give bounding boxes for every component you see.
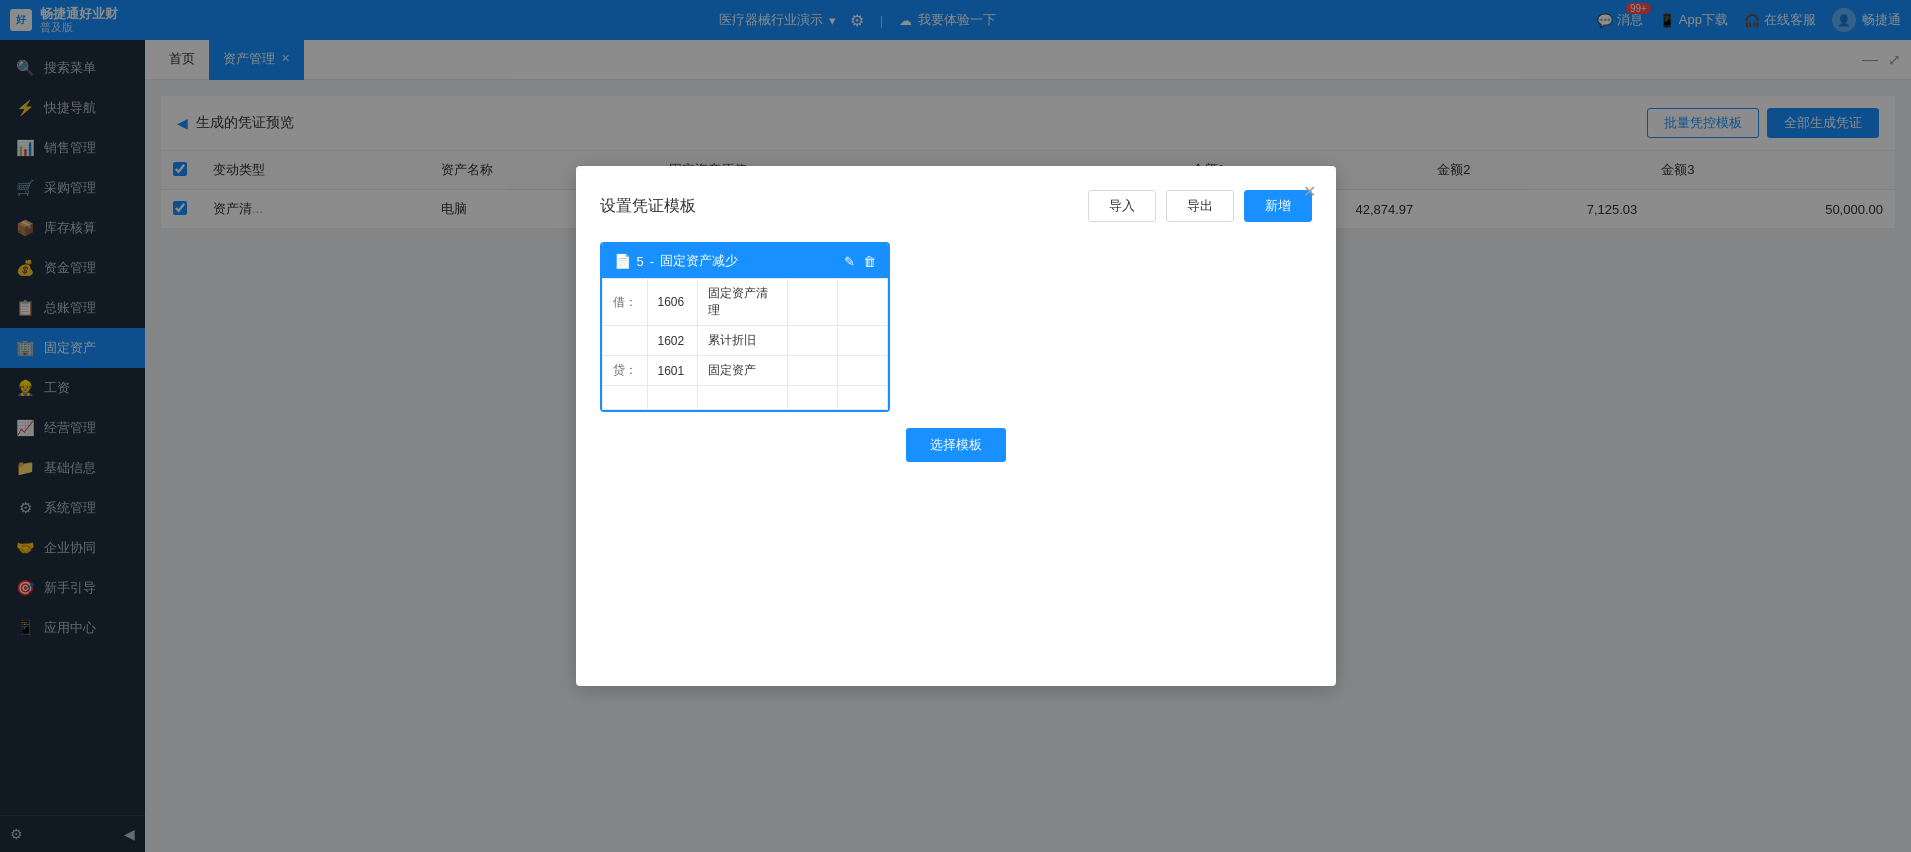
entry-credit-empty	[837, 386, 887, 410]
entry-side-3: 贷：	[602, 356, 647, 386]
entry-side-1: 借：	[602, 279, 647, 326]
template-card: 📄 5 - 固定资产减少 ✎ 🗑 借： 1606 固定资产清理	[600, 242, 890, 412]
entry-side-2	[602, 326, 647, 356]
template-card-title: 📄 5 - 固定资产减少	[614, 252, 739, 270]
template-row-1: 借： 1606 固定资产清理	[602, 279, 887, 326]
template-number: 5	[637, 254, 644, 269]
template-doc-icon: 📄	[614, 253, 631, 269]
entry-debit-3	[787, 356, 837, 386]
new-template-btn[interactable]: 新增	[1244, 190, 1312, 222]
entry-credit-2	[837, 326, 887, 356]
entry-credit-3	[837, 356, 887, 386]
template-delete-icon[interactable]: 🗑	[863, 254, 876, 269]
template-card-actions: ✎ 🗑	[844, 254, 876, 269]
dialog-close-btn[interactable]: ✕	[1303, 182, 1316, 201]
template-entries-table: 借： 1606 固定资产清理 1602 累计折旧 贷：	[602, 278, 888, 410]
entry-code-3: 1601	[647, 356, 697, 386]
entry-debit-empty	[787, 386, 837, 410]
entry-debit-2	[787, 326, 837, 356]
modal-overlay: 设置凭证模板 导入 导出 新增 ✕ 📄 5 - 固定资产减少 ✎ 🗑	[0, 0, 1911, 852]
entry-account-empty	[697, 386, 787, 410]
template-row-empty	[602, 386, 887, 410]
dialog-action-buttons: 导入 导出 新增	[1088, 190, 1312, 222]
template-name: 固定资产减少	[660, 252, 738, 270]
template-name-separator: -	[650, 254, 654, 269]
entry-code-2: 1602	[647, 326, 697, 356]
template-edit-icon[interactable]: ✎	[844, 254, 855, 269]
dialog-title: 设置凭证模板	[600, 196, 696, 217]
entry-code-1: 1606	[647, 279, 697, 326]
voucher-template-dialog: 设置凭证模板 导入 导出 新增 ✕ 📄 5 - 固定资产减少 ✎ 🗑	[576, 166, 1336, 686]
import-btn[interactable]: 导入	[1088, 190, 1156, 222]
template-row-2: 1602 累计折旧	[602, 326, 887, 356]
entry-account-2: 累计折旧	[697, 326, 787, 356]
entry-credit-1	[837, 279, 887, 326]
entry-account-3: 固定资产	[697, 356, 787, 386]
dialog-header: 设置凭证模板 导入 导出 新增	[600, 190, 1312, 222]
select-template-btn[interactable]: 选择模板	[906, 428, 1006, 462]
template-row-3: 贷： 1601 固定资产	[602, 356, 887, 386]
entry-debit-1	[787, 279, 837, 326]
template-card-header: 📄 5 - 固定资产减少 ✎ 🗑	[602, 244, 888, 278]
export-btn[interactable]: 导出	[1166, 190, 1234, 222]
entry-account-1: 固定资产清理	[697, 279, 787, 326]
entry-code-empty	[647, 386, 697, 410]
entry-side-empty	[602, 386, 647, 410]
